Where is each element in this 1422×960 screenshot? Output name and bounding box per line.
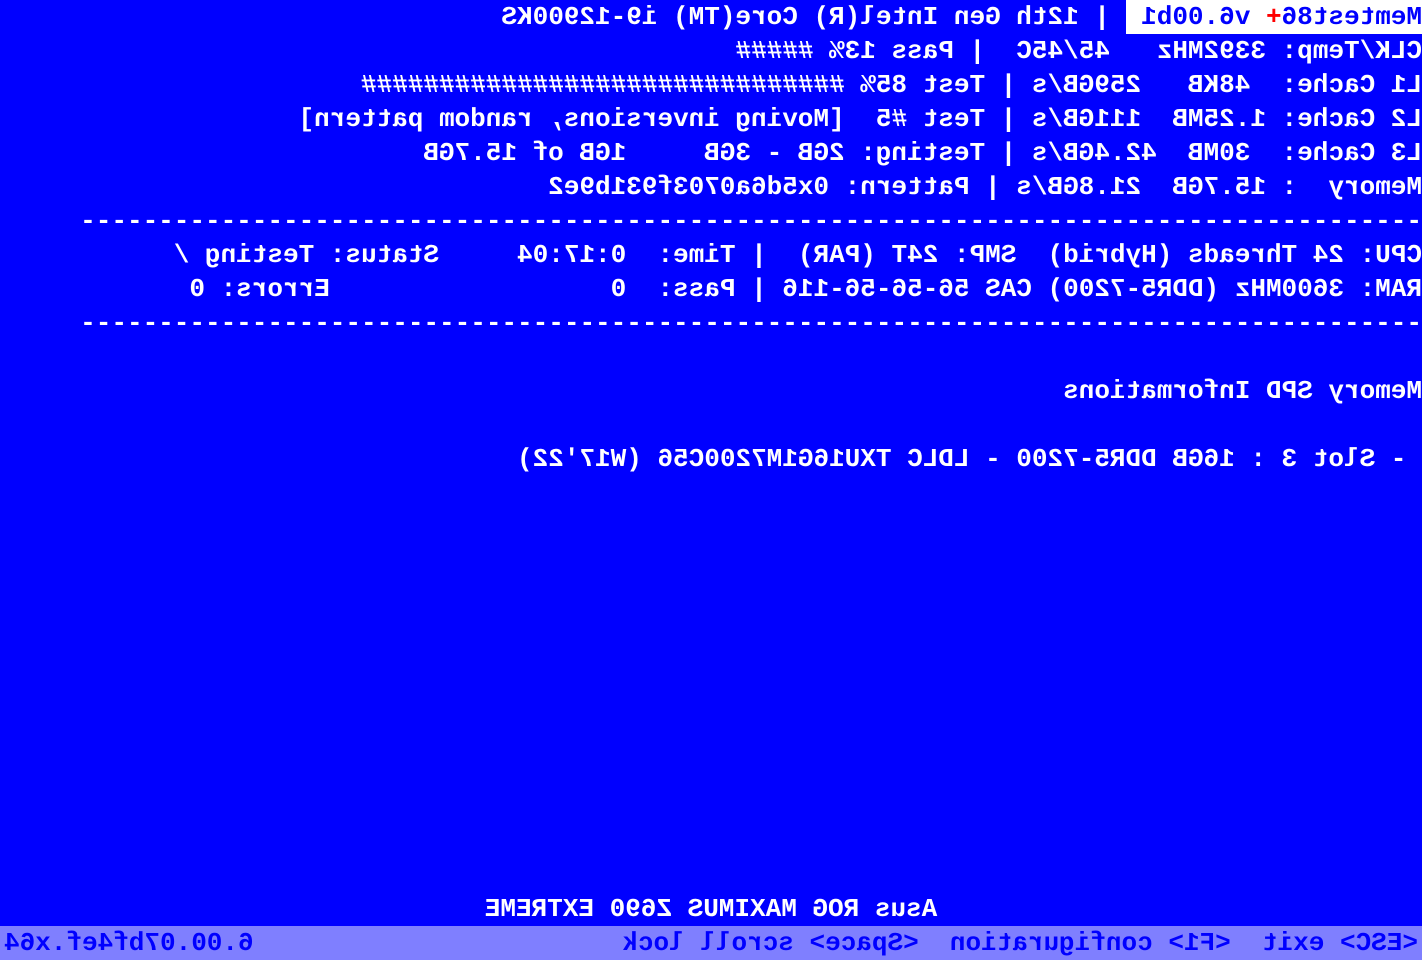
pattern-value: 0x5d6a0703f931b9e2	[548, 172, 829, 202]
l1-speed: 259GB/s	[1032, 70, 1141, 100]
footer-shortcuts: <ESC> exit <F1> configuration <Space> sc…	[622, 926, 1418, 960]
temp-value: 45/45C	[1016, 36, 1110, 66]
l1-test-label: Test	[923, 70, 985, 100]
motherboard-line: Asus ROG MAXIMUS Z690 EXTREME	[0, 892, 1422, 926]
l3-of: 1GB of 15.7GB	[423, 138, 626, 168]
footer-bar: <ESC> exit <F1> configuration <Space> sc…	[0, 926, 1422, 960]
cpu-name: 12th Gen Intel(R) Core(TM) i9-12900KS	[501, 2, 1078, 32]
l1-size: 48KB	[1188, 70, 1250, 100]
cpu-status-line: CPU: 24 Threads (Hybrid) SMP: 24T (PAR) …	[0, 238, 1422, 272]
memory-line: Memory : 15.7GB 21.8GB/s | Pattern: 0x5d…	[0, 170, 1422, 204]
pattern-label: Pattern:	[845, 172, 970, 202]
l2-test-desc: [Moving inversions, random pattern]	[299, 104, 845, 134]
memtest-screen: Memtest86+ v6.00b1 | 12th Gen Intel(R) C…	[0, 0, 1422, 960]
l1-test-pct: 85%	[860, 70, 907, 100]
pass-bar: #####	[735, 36, 813, 66]
hr-2: ----------------------------------------…	[0, 306, 1422, 340]
l1-bar: ###############################	[361, 70, 845, 100]
memory-size: 15.7GB	[1172, 172, 1266, 202]
app-title-banner: Memtest86+ v6.00b1	[1126, 0, 1422, 34]
app-version: v6.00b1	[1141, 2, 1266, 32]
clk-temp-line: CLK/Temp: 3392MHz 45/45C | Pass 13% ####…	[0, 34, 1422, 68]
l1-label: L1 Cache:	[1282, 70, 1422, 100]
hr-1: ----------------------------------------…	[0, 204, 1422, 238]
l2-speed: 111GB/s	[1032, 104, 1141, 134]
header-line: Memtest86+ v6.00b1 | 12th Gen Intel(R) C…	[0, 0, 1422, 34]
l3-speed: 42.4GB/s	[1032, 138, 1157, 168]
spd-title: Memory SPD Informations	[0, 374, 1422, 408]
l3-label: L3 Cache:	[1282, 138, 1422, 168]
l2-size: 1.25MB	[1172, 104, 1266, 134]
footer-build: 6.00.07bf4ef.x64	[4, 926, 254, 960]
l2-label: L2 Cache:	[1282, 104, 1422, 134]
pass-pct: 13%	[829, 36, 876, 66]
clk-value: 3392MHz	[1157, 36, 1266, 66]
memory-label: Memory :	[1282, 172, 1422, 202]
blank-line	[0, 408, 1422, 442]
l3-cache-line: L3 Cache: 30MB 42.4GB/s | Testing: 2GB -…	[0, 136, 1422, 170]
l2-cache-line: L2 Cache: 1.25MB 111GB/s | Test #5 [Movi…	[0, 102, 1422, 136]
plus-icon: +	[1266, 2, 1282, 32]
l2-test-label: Test #5	[876, 104, 985, 134]
text-content: Memtest86+ v6.00b1 | 12th Gen Intel(R) C…	[0, 0, 1422, 476]
spd-slot-3: - Slot 3 : 16GB DDR5-7200 - LDLC TXU16G1…	[0, 442, 1422, 476]
divider: |	[1079, 2, 1126, 32]
l3-range: 2GB - 3GB	[704, 138, 844, 168]
ram-status-line: RAM: 3600MHz (DDR5-7200) CAS 56-56-56-11…	[0, 272, 1422, 306]
memory-speed: 21.8GB/s	[1016, 172, 1141, 202]
l3-testing-label: Testing:	[860, 138, 985, 168]
l1-cache-line: L1 Cache: 48KB 259GB/s | Test 85% ######…	[0, 68, 1422, 102]
clk-temp-label: CLK/Temp:	[1282, 36, 1422, 66]
blank-line	[0, 340, 1422, 374]
pass-label: Pass	[891, 36, 953, 66]
l3-size: 30MB	[1188, 138, 1250, 168]
app-name: Memtest86	[1282, 2, 1422, 32]
